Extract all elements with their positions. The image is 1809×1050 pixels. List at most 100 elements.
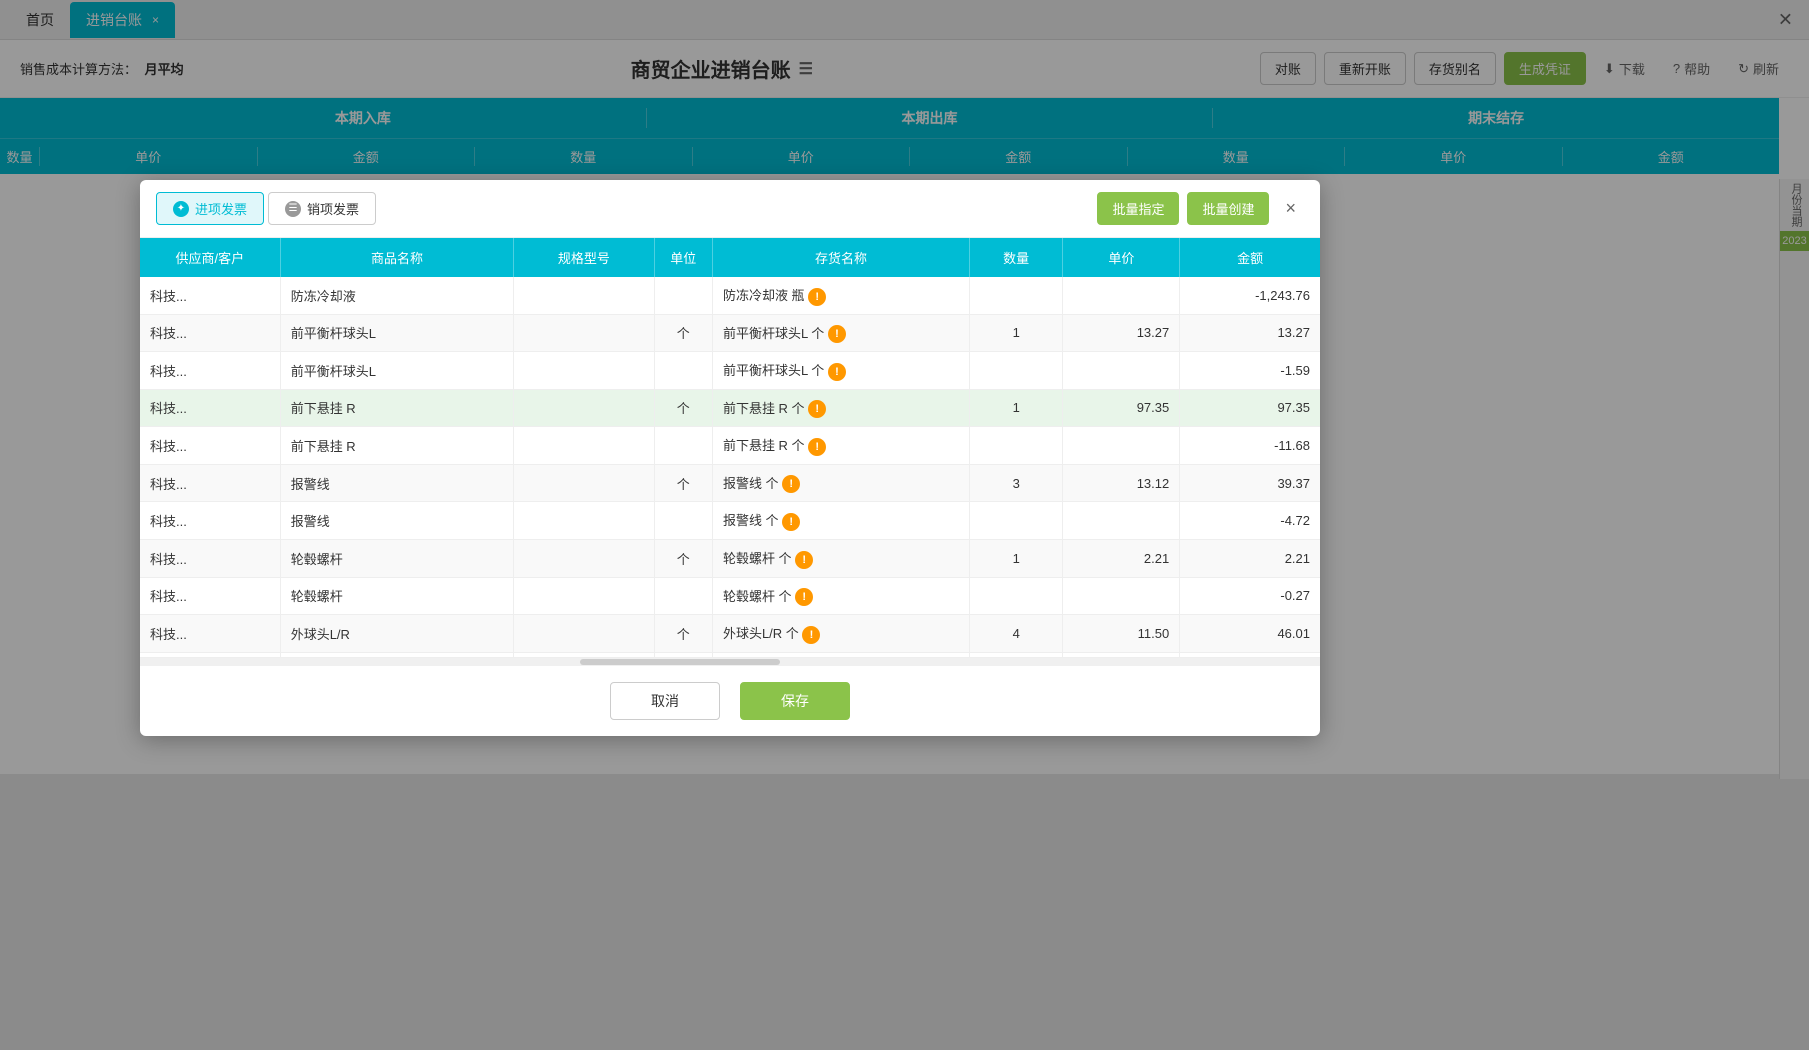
cell-unit-price: [1063, 352, 1180, 390]
cell-quantity: 1: [969, 314, 1062, 352]
cell-unit-price: [1063, 502, 1180, 540]
cell-unit: [654, 352, 712, 390]
table-row[interactable]: 科技... 前平衡杆球头L 前平衡杆球头L 个 ! -1.59: [140, 352, 1320, 390]
modal-header: ✦ 进项发票 ☰ 销项发票 批量指定 批量创建 ×: [140, 180, 1320, 238]
cell-product-name: 前下悬挂 R: [280, 389, 514, 427]
batch-create-button[interactable]: 批量创建: [1187, 192, 1269, 225]
modal-tab-group: ✦ 进项发票 ☰ 销项发票: [156, 192, 376, 225]
cell-amount: 97.35: [1180, 389, 1320, 427]
warning-icon: !: [795, 551, 813, 569]
cell-amount: -11.68: [1180, 427, 1320, 465]
cell-inventory: 轮毂螺杆 个 !: [712, 577, 969, 615]
table-row[interactable]: 科技... 轮毂螺杆 轮毂螺杆 个 ! -0.27: [140, 577, 1320, 615]
cell-quantity: 3: [969, 464, 1062, 502]
cell-spec: [514, 539, 654, 577]
modal-table-wrapper[interactable]: 供应商/客户 商品名称 规格型号 单位 存货名称 数量 单价 金额 科技... …: [140, 238, 1320, 658]
cell-amount: -1.59: [1180, 352, 1320, 390]
table-row[interactable]: 科技... 前下悬挂 R 个 前下悬挂 R 个 ! 1 97.35 97.35: [140, 389, 1320, 427]
warning-icon: !: [808, 438, 826, 456]
warning-icon: !: [828, 325, 846, 343]
tab-sales-invoice[interactable]: ☰ 销项发票: [268, 192, 376, 225]
cell-company: 科技...: [140, 464, 280, 502]
cell-product-name: 外球头L/R: [280, 615, 514, 653]
cell-amount: 2.21: [1180, 539, 1320, 577]
cell-spec: [514, 352, 654, 390]
cell-unit: 个: [654, 389, 712, 427]
cell-inventory: 前下悬挂 R 个 !: [712, 427, 969, 465]
cell-company: 科技...: [140, 539, 280, 577]
cell-inventory: 报警线 个 !: [712, 464, 969, 502]
purchase-tab-icon: ✦: [173, 201, 189, 217]
th-quantity: 数量: [969, 238, 1062, 277]
table-row[interactable]: 科技... 前下悬挂 R 前下悬挂 R 个 ! -11.68: [140, 427, 1320, 465]
table-row[interactable]: 科技... 报警线 报警线 个 ! -4.72: [140, 502, 1320, 540]
table-row[interactable]: 科技... 防冻冷却液 防冻冷却液 瓶 ! -1,243.76: [140, 277, 1320, 314]
cell-inventory: 前平衡杆球头L 个 !: [712, 314, 969, 352]
cell-unit-price: [1063, 427, 1180, 465]
cell-inventory: 外球头L/R 个 !: [712, 615, 969, 653]
cell-amount: -1,243.76: [1180, 277, 1320, 314]
scroll-thumb[interactable]: [580, 659, 780, 665]
cell-quantity: 1: [969, 539, 1062, 577]
cell-unit-price: [1063, 277, 1180, 314]
cell-amount: 13.27: [1180, 314, 1320, 352]
cell-company: 科技...: [140, 502, 280, 540]
cell-product-name: 防冻冷却液: [280, 277, 514, 314]
th-spec: 规格型号: [514, 238, 654, 277]
cell-unit-price: 2.21: [1063, 539, 1180, 577]
table-row[interactable]: 科技... 轮毂螺杆 个 轮毂螺杆 个 ! 1 2.21 2.21: [140, 539, 1320, 577]
cell-quantity: [969, 577, 1062, 615]
modal-dialog: ✦ 进项发票 ☰ 销项发票 批量指定 批量创建 × 供应商/客户 商品名称 规格…: [140, 180, 1320, 736]
th-product-name: 商品名称: [280, 238, 514, 277]
batch-assign-button[interactable]: 批量指定: [1097, 192, 1179, 225]
cell-company: 科技...: [140, 577, 280, 615]
cell-unit-price: 13.12: [1063, 464, 1180, 502]
table-row[interactable]: 科技... 报警线 个 报警线 个 ! 3 13.12 39.37: [140, 464, 1320, 502]
cell-unit: 个: [654, 539, 712, 577]
warning-icon: !: [808, 288, 826, 306]
modal-close-button[interactable]: ×: [1277, 198, 1304, 219]
cell-unit: [654, 427, 712, 465]
cell-inventory: 报警线 个 !: [712, 502, 969, 540]
cell-quantity: [969, 277, 1062, 314]
cell-company: 科技...: [140, 277, 280, 314]
warning-icon: !: [782, 475, 800, 493]
cell-spec: [514, 615, 654, 653]
cell-quantity: [969, 427, 1062, 465]
cell-quantity: 4: [969, 615, 1062, 653]
cell-amount: -0.27: [1180, 577, 1320, 615]
cancel-button[interactable]: 取消: [610, 682, 720, 720]
horizontal-scrollbar[interactable]: [140, 658, 1320, 666]
cell-product-name: 前下悬挂 R: [280, 427, 514, 465]
save-button[interactable]: 保存: [740, 682, 850, 720]
th-company: 供应商/客户: [140, 238, 280, 277]
cell-spec: [514, 427, 654, 465]
cell-spec: [514, 464, 654, 502]
warning-icon: !: [808, 400, 826, 418]
cell-product-name: 前平衡杆球头L: [280, 314, 514, 352]
warning-icon: !: [802, 626, 820, 644]
cell-company: 科技...: [140, 352, 280, 390]
cell-spec: [514, 502, 654, 540]
th-unit: 单位: [654, 238, 712, 277]
warning-icon: !: [795, 588, 813, 606]
table-row[interactable]: 科技... 外球头L/R 个 外球头L/R 个 ! 4 11.50 46.01: [140, 615, 1320, 653]
cell-inventory: 轮毂螺杆 个 !: [712, 539, 969, 577]
cell-product-name: 报警线: [280, 502, 514, 540]
tab-purchase-invoice[interactable]: ✦ 进项发票: [156, 192, 264, 225]
invoice-table: 供应商/客户 商品名称 规格型号 单位 存货名称 数量 单价 金额 科技... …: [140, 238, 1320, 658]
sales-tab-icon: ☰: [285, 201, 301, 217]
cell-unit: [654, 502, 712, 540]
cell-amount: 39.37: [1180, 464, 1320, 502]
cell-quantity: 1: [969, 389, 1062, 427]
table-row[interactable]: 科技... 前平衡杆球头L 个 前平衡杆球头L 个 ! 1 13.27 13.2…: [140, 314, 1320, 352]
cell-product-name: 轮毂螺杆: [280, 577, 514, 615]
th-unit-price: 单价: [1063, 238, 1180, 277]
table-header-row: 供应商/客户 商品名称 规格型号 单位 存货名称 数量 单价 金额: [140, 238, 1320, 277]
th-amount: 金额: [1180, 238, 1320, 277]
cell-unit-price: [1063, 577, 1180, 615]
cell-spec: [514, 577, 654, 615]
cell-unit-price: 13.27: [1063, 314, 1180, 352]
modal-footer: 取消 保存: [140, 666, 1320, 736]
cell-inventory: 前下悬挂 R 个 !: [712, 389, 969, 427]
